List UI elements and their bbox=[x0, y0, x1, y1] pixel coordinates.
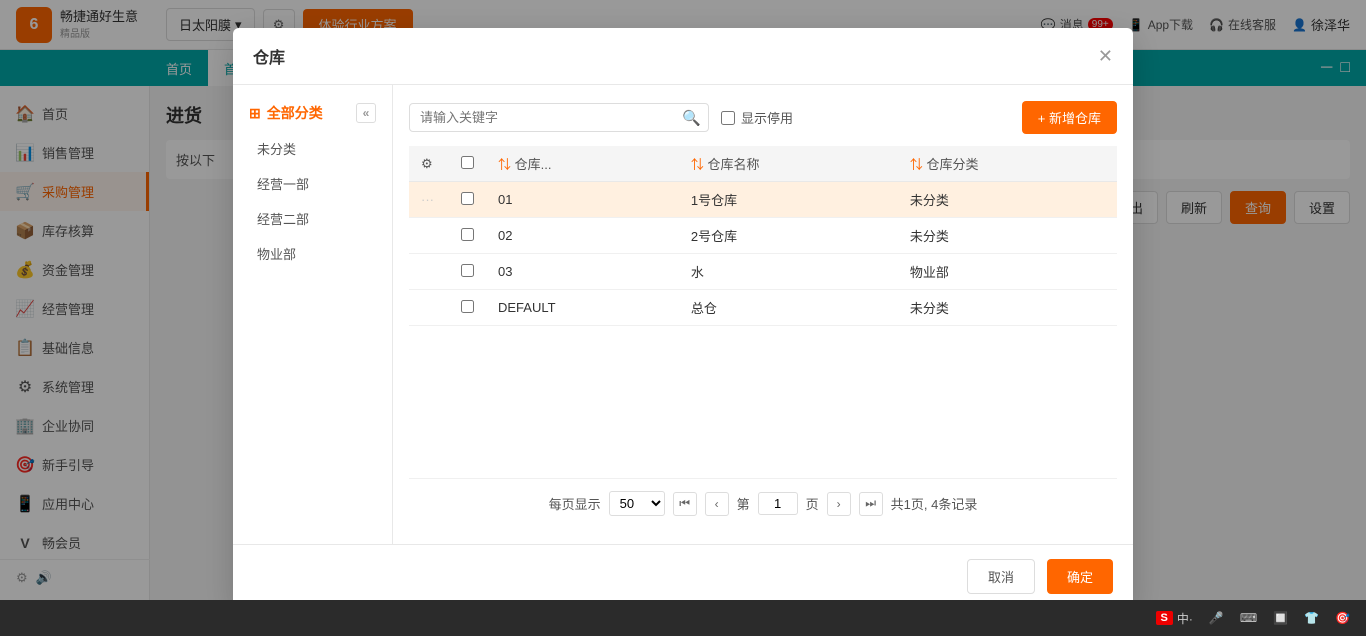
show-disabled-checkbox[interactable] bbox=[721, 111, 735, 125]
add-warehouse-button[interactable]: + 新增仓库 bbox=[1022, 101, 1117, 134]
per-page-select[interactable]: 50 20 100 bbox=[609, 491, 665, 516]
search-icon[interactable]: 🔍 bbox=[682, 109, 701, 127]
select-all-checkbox[interactable] bbox=[461, 156, 474, 169]
page-number-input[interactable] bbox=[758, 492, 798, 515]
table-row[interactable]: 03 水 物业部 bbox=[409, 254, 1117, 290]
cat-item-unclassified[interactable]: 未分类 bbox=[233, 131, 392, 166]
row-checkbox[interactable] bbox=[449, 254, 486, 290]
table-row[interactable]: DEFAULT 总仓 未分类 bbox=[409, 290, 1117, 326]
row-gear: ··· bbox=[409, 182, 449, 218]
col-checkbox bbox=[449, 146, 486, 182]
status-logo: S 中· bbox=[1156, 610, 1193, 627]
keyboard-icon[interactable]: ⌨ bbox=[1240, 611, 1257, 625]
category-header-label: 全部分类 bbox=[267, 103, 323, 123]
all-categories[interactable]: ⊞ 全部分类 « bbox=[233, 95, 392, 131]
dialog-footer: 取消 确定 bbox=[233, 544, 1133, 608]
row-gear bbox=[409, 290, 449, 326]
page-label-after: 页 bbox=[806, 494, 819, 513]
row-name: 水 bbox=[679, 254, 898, 290]
table-container: ⚙ ⇅ 仓库... ⇅ bbox=[409, 146, 1117, 478]
table-row[interactable]: ··· 01 1号仓库 未分类 bbox=[409, 182, 1117, 218]
row-checkbox[interactable] bbox=[449, 218, 486, 254]
search-input[interactable] bbox=[409, 103, 709, 132]
gear-col-icon: ⚙ bbox=[421, 156, 433, 171]
cat-item-property[interactable]: 物业部 bbox=[233, 236, 392, 271]
warehouse-dialog: 仓库 ✕ ⊞ 全部分类 « 未分类 经营一部 经营二部 bbox=[233, 28, 1133, 608]
total-info: 共1页, 4条记录 bbox=[891, 494, 978, 513]
col-gear: ⚙ bbox=[409, 146, 449, 182]
row-code: 02 bbox=[486, 218, 679, 254]
cat-item-operations1[interactable]: 经营一部 bbox=[233, 166, 392, 201]
warehouse-table: ⚙ ⇅ 仓库... ⇅ bbox=[409, 146, 1117, 326]
per-page-label: 每页显示 bbox=[549, 494, 601, 513]
show-disabled-label: 显示停用 bbox=[721, 108, 793, 127]
last-page-btn[interactable]: ⏭ bbox=[859, 492, 883, 516]
row-category: 未分类 bbox=[898, 218, 1117, 254]
dialog-sidebar: ⊞ 全部分类 « 未分类 经营一部 经营二部 物业部 bbox=[233, 85, 393, 544]
dialog-close-button[interactable]: ✕ bbox=[1098, 46, 1113, 67]
sort-icon: ⇅ bbox=[498, 157, 511, 172]
row-gear bbox=[409, 254, 449, 290]
row-category: 未分类 bbox=[898, 290, 1117, 326]
search-bar: 🔍 显示停用 + 新增仓库 bbox=[409, 101, 1117, 134]
cancel-button[interactable]: 取消 bbox=[967, 559, 1035, 594]
next-page-btn[interactable]: › bbox=[827, 492, 851, 516]
dialog-body: ⊞ 全部分类 « 未分类 经营一部 经营二部 物业部 bbox=[233, 85, 1133, 544]
screen-icon[interactable]: 🔲 bbox=[1273, 611, 1288, 625]
sort-icon-name: ⇅ bbox=[691, 157, 704, 172]
sort-icon-cat: ⇅ bbox=[910, 157, 923, 172]
col-name[interactable]: ⇅ 仓库名称 bbox=[679, 146, 898, 182]
dialog-title: 仓库 bbox=[253, 44, 285, 68]
target-icon[interactable]: 🎯 bbox=[1335, 611, 1350, 625]
table-header: ⚙ ⇅ 仓库... ⇅ bbox=[409, 146, 1117, 182]
pagination-bar: 每页显示 50 20 100 ⏮ ‹ 第 页 › ⏭ 共1页, 4条记录 bbox=[409, 478, 1117, 528]
table-body: ··· 01 1号仓库 未分类 02 2号仓库 bbox=[409, 182, 1117, 326]
confirm-button[interactable]: 确定 bbox=[1047, 559, 1113, 594]
prev-page-btn[interactable]: ‹ bbox=[705, 492, 729, 516]
row-checkbox[interactable] bbox=[449, 182, 486, 218]
table-row[interactable]: 02 2号仓库 未分类 bbox=[409, 218, 1117, 254]
statusbar: S 中· 🎤 ⌨ 🔲 👕 🎯 bbox=[0, 600, 1366, 636]
row-category: 未分类 bbox=[898, 182, 1117, 218]
row-name: 1号仓库 bbox=[679, 182, 898, 218]
row-code: 01 bbox=[486, 182, 679, 218]
cat-item-operations2[interactable]: 经营二部 bbox=[233, 201, 392, 236]
collapse-button[interactable]: « bbox=[356, 103, 376, 123]
grid-icon: ⊞ bbox=[249, 105, 261, 122]
row-name: 2号仓库 bbox=[679, 218, 898, 254]
page-label-before: 第 bbox=[737, 494, 750, 513]
row-code: 03 bbox=[486, 254, 679, 290]
dialog-header: 仓库 ✕ bbox=[233, 28, 1133, 85]
mic-icon[interactable]: 🎤 bbox=[1209, 611, 1224, 625]
first-page-btn[interactable]: ⏮ bbox=[673, 492, 697, 516]
row-checkbox[interactable] bbox=[449, 290, 486, 326]
dialog-overlay[interactable]: 仓库 ✕ ⊞ 全部分类 « 未分类 经营一部 经营二部 bbox=[0, 0, 1366, 636]
search-input-wrap: 🔍 bbox=[409, 103, 709, 132]
row-gear bbox=[409, 218, 449, 254]
dialog-main: 🔍 显示停用 + 新增仓库 ⚙ bbox=[393, 85, 1133, 544]
row-code: DEFAULT bbox=[486, 290, 679, 326]
row-name: 总仓 bbox=[679, 290, 898, 326]
col-code[interactable]: ⇅ 仓库... bbox=[486, 146, 679, 182]
row-category: 物业部 bbox=[898, 254, 1117, 290]
shirt-icon[interactable]: 👕 bbox=[1304, 611, 1319, 625]
col-category[interactable]: ⇅ 仓库分类 bbox=[898, 146, 1117, 182]
